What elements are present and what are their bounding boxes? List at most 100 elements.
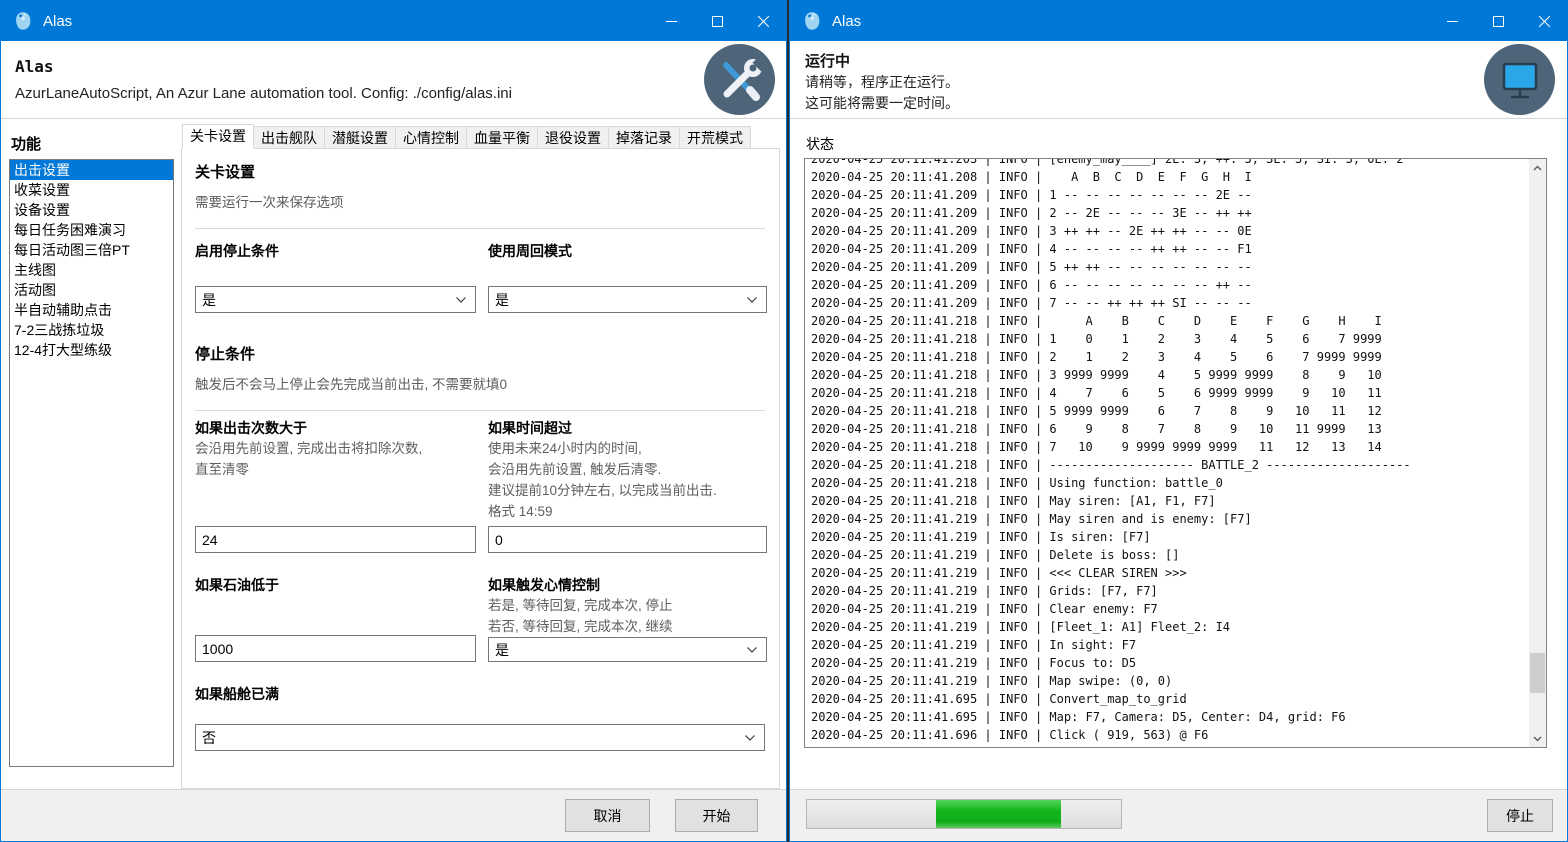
scroll-up-icon[interactable] [1529,159,1546,176]
sidebar-item-1[interactable]: 收菜设置 [10,180,173,200]
log-line-28: 2020-04-25 20:11:41.219 | INFO | Focus t… [811,654,1529,672]
wrench-tools-icon [704,44,775,115]
combo-value: 是 [202,290,216,310]
sidebar-item-8[interactable]: 7-2三战拣垃圾 [10,320,173,340]
log-line-22: 2020-04-25 20:11:41.219 | INFO | Delete … [811,546,1529,564]
window-alas-config: Alas Alas AzurLaneAutoScript, An Azur La… [0,0,787,842]
sidebar-item-2[interactable]: 设备设置 [10,200,173,220]
loop-mode-select[interactable]: 是 [488,286,767,313]
sidebar-item-6[interactable]: 活动图 [10,280,173,300]
oil-limit-input[interactable] [195,635,476,662]
tab-0[interactable]: 关卡设置 [182,124,254,149]
emotion-control-select[interactable]: 是 [488,637,767,662]
cancel-button[interactable]: 取消 [565,799,650,832]
progress-fill [936,800,1062,828]
function-listbox[interactable]: 出击设置收菜设置设备设置每日任务困难演习每日活动图三倍PT主线图活动图半自动辅助… [9,159,174,767]
sidebar-item-7[interactable]: 半自动辅助点击 [10,300,173,320]
tab-5[interactable]: 退役设置 [537,126,609,149]
field-hint: 建议提前10分钟左右, 以完成当前出击. [488,480,767,501]
sidebar-item-5[interactable]: 主线图 [10,260,173,280]
log-line-13: 2020-04-25 20:11:41.218 | INFO | 4 7 6 5… [811,384,1529,402]
log-line-18: 2020-04-25 20:11:41.218 | INFO | Using f… [811,474,1529,492]
log-line-26: 2020-04-25 20:11:41.219 | INFO | [Fleet_… [811,618,1529,636]
log-line-30: 2020-04-25 20:11:41.695 | INFO | Convert… [811,690,1529,708]
tab-2[interactable]: 潜艇设置 [324,126,396,149]
section-title: 关卡设置 [195,161,765,182]
start-button[interactable]: 开始 [675,799,758,832]
log-line-3: 2020-04-25 20:11:41.209 | INFO | 2 -- 2E… [811,204,1529,222]
maximize-button[interactable] [1475,1,1521,41]
sidebar-item-3[interactable]: 每日任务困难演习 [10,220,173,240]
field-label-dock-full: 如果船舱已满 [195,684,765,704]
scroll-down-icon[interactable] [1529,730,1546,747]
run-status-line1: 请稍等，程序正在运行。 [805,72,959,92]
tab-7[interactable]: 开荒模式 [679,126,751,149]
log-line-29: 2020-04-25 20:11:41.219 | INFO | Map swi… [811,672,1529,690]
log-line-27: 2020-04-25 20:11:41.219 | INFO | In sigh… [811,636,1529,654]
section-hint-stop-cond: 触发后不会马上停止会先完成当前出击, 不需要就填0 [195,373,765,393]
log-line-5: 2020-04-25 20:11:41.209 | INFO | 4 -- --… [811,240,1529,258]
log-viewport[interactable]: 2020-04-25 20:11:41.203 | INFO | [enemy_… [804,158,1547,748]
field-hint: 直至清零 [195,459,476,480]
log-line-12: 2020-04-25 20:11:41.218 | INFO | 3 9999 … [811,366,1529,384]
run-count-input[interactable] [195,526,476,553]
log-line-19: 2020-04-25 20:11:41.218 | INFO | May sir… [811,492,1529,510]
tab-6[interactable]: 掉落记录 [608,126,680,149]
log-line-4: 2020-04-25 20:11:41.209 | INFO | 3 ++ ++… [811,222,1529,240]
log-line-31: 2020-04-25 20:11:41.695 | INFO | Map: F7… [811,708,1529,726]
status-area: 状态 2020-04-25 20:11:41.203 | INFO | [ene… [790,119,1567,789]
footer-bar: 取消 开始 [1,789,786,841]
log-line-23: 2020-04-25 20:11:41.219 | INFO | <<< CLE… [811,564,1529,582]
sidebar-item-0[interactable]: 出击设置 [10,160,173,180]
tab-4[interactable]: 血量平衡 [466,126,538,149]
time-limit-input[interactable] [488,526,767,553]
log-line-32: 2020-04-25 20:11:41.696 | INFO | Click (… [811,726,1529,744]
footer-bar: 停止 [790,789,1567,841]
log-line-9: 2020-04-25 20:11:41.218 | INFO | A B C D… [811,312,1529,330]
chevron-down-icon [746,296,758,304]
tab-strip: 关卡设置出击舰队潜艇设置心情控制血量平衡退役设置掉落记录开荒模式 [182,124,750,149]
window-title: Alas [832,13,1429,30]
log-line-7: 2020-04-25 20:11:41.209 | INFO | 6 -- --… [811,276,1529,294]
tab-3[interactable]: 心情控制 [395,126,467,149]
log-line-1: 2020-04-25 20:11:41.208 | INFO | A B C D… [811,168,1529,186]
titlebar[interactable]: Alas [1,1,786,41]
tab-panel-stage-settings: 关卡设置 需要运行一次来保存选项 启用停止条件 是 使用周回模式 是 [181,148,780,789]
section-title-stop-cond: 停止条件 [195,343,765,364]
minimize-button[interactable] [648,1,694,41]
divider [195,410,765,411]
window-alas-running: Alas 运行中 请稍等，程序正在运行。 这可能将需要一定时间。 状态 2020… [789,0,1568,842]
chevron-down-icon [746,646,758,654]
maximize-button[interactable] [694,1,740,41]
run-header: 运行中 请稍等，程序正在运行。 这可能将需要一定时间。 [790,41,1567,119]
app-title: Alas [15,57,54,76]
alas-logo-icon [801,10,823,32]
field-label-oil-limit: 如果石油低于 [195,575,476,595]
app-header: Alas AzurLaneAutoScript, An Azur Lane au… [1,41,786,119]
dock-full-select[interactable]: 否 [195,724,765,751]
field-hint: 会沿用先前设置, 触发后清零. [488,459,767,480]
sidebar: 功能 出击设置收菜设置设备设置每日任务困难演习每日活动图三倍PT主线图活动图半自… [1,119,181,789]
field-label-emotion-control: 如果触发心情控制 [488,575,767,595]
alas-logo-icon [12,10,34,32]
log-line-15: 2020-04-25 20:11:41.218 | INFO | 6 9 8 7… [811,420,1529,438]
log-line-20: 2020-04-25 20:11:41.219 | INFO | May sir… [811,510,1529,528]
close-button[interactable] [740,1,786,41]
sidebar-item-4[interactable]: 每日活动图三倍PT [10,240,173,260]
scrollbar-thumb[interactable] [1530,653,1545,693]
sidebar-item-9[interactable]: 12-4打大型练级 [10,340,173,360]
enable-stop-select[interactable]: 是 [195,286,476,313]
close-button[interactable] [1521,1,1567,41]
stop-button[interactable]: 停止 [1487,799,1553,832]
field-label-run-count: 如果出击次数大于 [195,418,476,438]
log-line-21: 2020-04-25 20:11:41.219 | INFO | Is sire… [811,528,1529,546]
divider [195,228,765,229]
field-hint: 会沿用先前设置, 完成出击将扣除次数, [195,438,476,459]
sidebar-title: 功能 [11,133,181,154]
titlebar[interactable]: Alas [790,1,1567,41]
scrollbar[interactable] [1529,159,1546,747]
minimize-button[interactable] [1429,1,1475,41]
field-hint: 使用未来24小时内的时间, [488,438,767,459]
tab-1[interactable]: 出击舰队 [253,126,325,149]
run-status-title: 运行中 [805,50,850,71]
